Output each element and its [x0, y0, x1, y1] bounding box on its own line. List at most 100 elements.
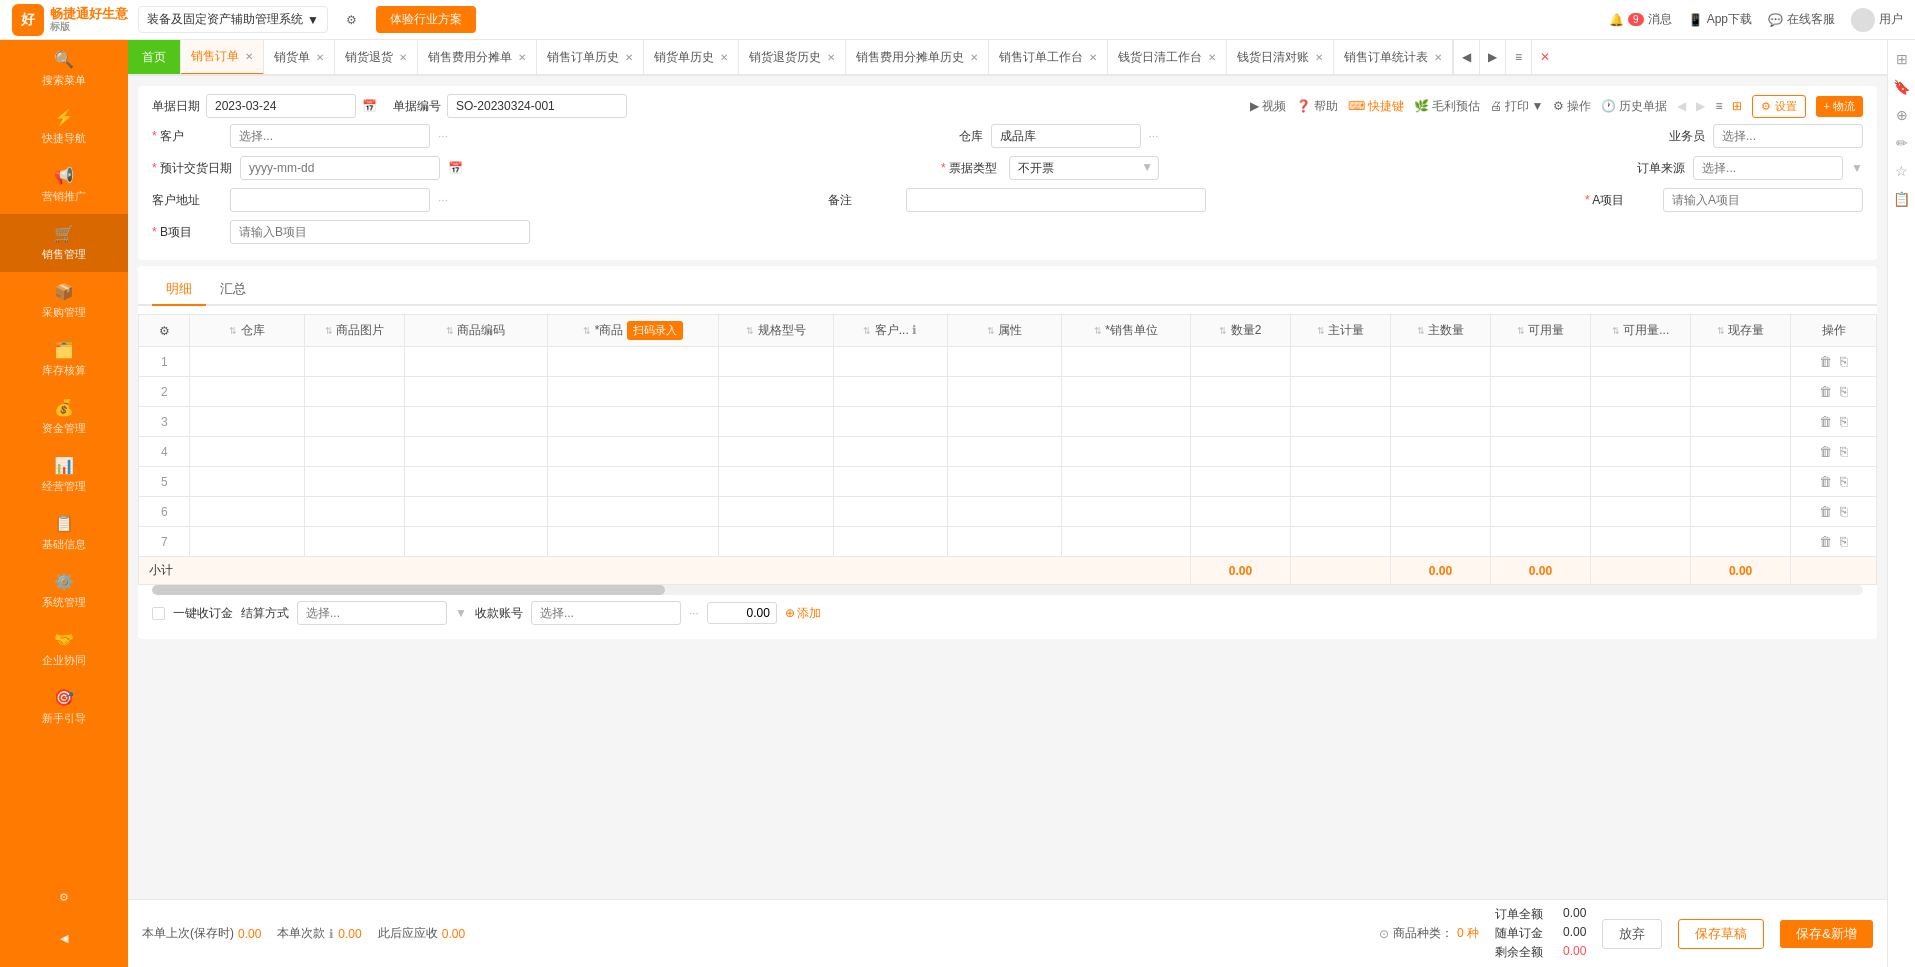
sidebar-item-finance[interactable]: 💰 资金管理 — [0, 388, 128, 446]
operations-btn[interactable]: ⚙ 操作 — [1553, 98, 1591, 115]
date-input[interactable] — [206, 94, 356, 118]
settings-icon[interactable]: ⚙ — [338, 6, 366, 34]
tab-sales-goods-history[interactable]: 销货单历史 ✕ — [644, 40, 739, 75]
account-more-btn[interactable]: ··· — [689, 606, 699, 620]
row-delete-btn-6[interactable]: 🗑 — [1817, 502, 1834, 521]
row-copy-btn-4[interactable]: ⎘ — [1838, 442, 1850, 461]
save-draft-btn[interactable]: 保存草稿 — [1678, 919, 1764, 949]
customer-more-btn[interactable]: ··· — [438, 129, 448, 143]
customer-input[interactable] — [230, 124, 430, 148]
order-no-input[interactable] — [447, 94, 627, 118]
system-select[interactable]: 装备及固定资产辅助管理系统 ▼ — [138, 6, 328, 33]
tab-daily-clear-workbench[interactable]: 钱货日清工作台 ✕ — [1108, 40, 1227, 75]
invoice-type-input[interactable] — [1009, 156, 1159, 180]
row-copy-btn-1[interactable]: ⎘ — [1838, 352, 1850, 371]
col-settings[interactable]: ⚙ — [139, 315, 190, 347]
row-delete-btn-3[interactable]: 🗑 — [1817, 412, 1834, 431]
history-btn[interactable]: 🕐 历史单据 — [1601, 98, 1667, 115]
right-panel-btn-1[interactable]: ⊞ — [1891, 48, 1913, 70]
one-click-checkbox[interactable] — [152, 607, 165, 620]
shortcut-btn[interactable]: ⌨ 快捷键 — [1348, 98, 1404, 115]
sidebar-item-inventory[interactable]: 🗂️ 库存核算 — [0, 330, 128, 388]
row-delete-btn-5[interactable]: 🗑 — [1817, 472, 1834, 491]
sidebar-item-operations[interactable]: 📊 经营管理 — [0, 446, 128, 504]
settlement-input[interactable] — [297, 601, 447, 625]
tab-close-sales-expense[interactable]: ✕ — [518, 52, 526, 63]
help-btn[interactable]: ❓ 帮助 — [1296, 98, 1338, 115]
right-panel-btn-5[interactable]: ☆ — [1891, 160, 1913, 182]
tab-home[interactable]: 首页 — [128, 40, 181, 75]
tab-close-sales-goods-history[interactable]: ✕ — [720, 52, 728, 63]
tab-sales-order-history[interactable]: 销售订单历史 ✕ — [537, 40, 644, 75]
tab-sales-return[interactable]: 销货退货 ✕ — [335, 40, 418, 75]
tab-menu-btn[interactable]: ≡ — [1505, 40, 1531, 75]
card-view-btn[interactable]: ⊞ — [1732, 99, 1742, 113]
add-payment-btn[interactable]: ⊕ 添加 — [785, 605, 821, 622]
row-delete-btn-4[interactable]: 🗑 — [1817, 442, 1834, 461]
discard-btn[interactable]: 放弃 — [1602, 919, 1662, 949]
a-project-input[interactable] — [1663, 188, 1863, 212]
app-download-btn[interactable]: 📱 App下载 — [1688, 11, 1752, 28]
sidebar-item-base-info[interactable]: 📋 基础信息 — [0, 504, 128, 562]
tab-next-btn[interactable]: ▶ — [1479, 40, 1505, 75]
salesperson-input[interactable] — [1713, 124, 1863, 148]
sidebar-collapse-btn[interactable]: ◀ — [0, 922, 128, 955]
tab-close-order-workbench[interactable]: ✕ — [1089, 52, 1097, 63]
row-delete-btn-7[interactable]: 🗑 — [1817, 532, 1834, 551]
tab-close-sales-stats[interactable]: ✕ — [1434, 52, 1442, 63]
goods-count-info[interactable]: ⊙ — [1379, 927, 1389, 941]
nav-prev-record[interactable]: ▶ — [1696, 99, 1705, 113]
tab-close-daily-clear-workbench[interactable]: ✕ — [1208, 52, 1216, 63]
tab-close-sales-return[interactable]: ✕ — [399, 52, 407, 63]
tab-close-sales-goods[interactable]: ✕ — [316, 52, 324, 63]
sidebar-item-guide[interactable]: 🎯 新手引导 — [0, 678, 128, 736]
right-panel-btn-2[interactable]: 🔖 — [1891, 76, 1913, 98]
tab-order-workbench[interactable]: 销售订单工作台 ✕ — [989, 40, 1108, 75]
save-new-btn[interactable]: 保存&新增 — [1780, 920, 1873, 948]
tab-daily-reconcile[interactable]: 钱货日清对账 ✕ — [1227, 40, 1334, 75]
row-delete-btn-2[interactable]: 🗑 — [1817, 382, 1834, 401]
row-delete-btn-1[interactable]: 🗑 — [1817, 352, 1834, 371]
print-btn[interactable]: 🖨 打印 ▼ — [1490, 98, 1544, 115]
right-panel-btn-6[interactable]: 📋 — [1891, 188, 1913, 210]
sidebar-item-system[interactable]: ⚙️ 系统管理 — [0, 562, 128, 620]
sidebar-item-purchase[interactable]: 📦 采购管理 — [0, 272, 128, 330]
row-copy-btn-6[interactable]: ⎘ — [1838, 502, 1850, 521]
warehouse-more-btn[interactable]: ··· — [1149, 129, 1159, 143]
tab-close-daily-reconcile[interactable]: ✕ — [1315, 52, 1323, 63]
tab-sales-goods[interactable]: 销货单 ✕ — [264, 40, 335, 75]
user-menu-btn[interactable]: 用户 — [1851, 8, 1903, 32]
row-copy-btn-7[interactable]: ⎘ — [1838, 532, 1850, 551]
profit-preview-btn[interactable]: 🌿 毛利预估 — [1414, 98, 1480, 115]
list-view-btn[interactable]: ≡ — [1715, 99, 1722, 113]
notes-input[interactable] — [906, 188, 1206, 212]
address-more-btn[interactable]: ··· — [438, 193, 448, 207]
sidebar-settings-btn[interactable]: ⚙ — [0, 881, 128, 914]
view-btn[interactable]: ▶ 视频 — [1250, 98, 1286, 115]
tab-close-return-history[interactable]: ✕ — [827, 52, 835, 63]
delivery-date-input[interactable] — [240, 156, 440, 180]
inner-tab-detail[interactable]: 明细 — [152, 274, 206, 306]
online-support-btn[interactable]: 💬 在线客服 — [1768, 11, 1835, 28]
horizontal-scrollbar[interactable] — [152, 585, 1863, 595]
sidebar-item-search[interactable]: 🔍 搜索菜单 — [0, 40, 128, 98]
tab-sales-expense[interactable]: 销售费用分摊单 ✕ — [418, 40, 537, 75]
tab-close-sales-order-history[interactable]: ✕ — [625, 52, 633, 63]
tab-return-history[interactable]: 销货退货历史 ✕ — [739, 40, 846, 75]
tab-prev-btn[interactable]: ◀ — [1453, 40, 1479, 75]
account-input[interactable] — [531, 601, 681, 625]
industry-btn[interactable]: 体验行业方案 — [376, 6, 476, 33]
tab-close-sales-order[interactable]: ✕ — [245, 51, 253, 62]
tab-sales-stats[interactable]: 销售订单统计表 ✕ — [1334, 40, 1453, 75]
sidebar-item-sales[interactable]: 🛒 销售管理 — [0, 214, 128, 272]
row-copy-btn-5[interactable]: ⎘ — [1838, 472, 1850, 491]
sidebar-item-enterprise[interactable]: 🤝 企业协同 — [0, 620, 128, 678]
order-source-input[interactable] — [1693, 156, 1843, 180]
tab-sales-order[interactable]: 销售订单 ✕ — [181, 40, 264, 75]
sidebar-item-quick-nav[interactable]: ⚡ 快捷导航 — [0, 98, 128, 156]
customer-address-input[interactable] — [230, 188, 430, 212]
settings-form-btn[interactable]: ⚙ 设置 — [1752, 95, 1805, 118]
right-panel-btn-3[interactable]: ⊕ — [1891, 104, 1913, 126]
warehouse-input[interactable] — [991, 124, 1141, 148]
b-project-input[interactable] — [230, 220, 530, 244]
